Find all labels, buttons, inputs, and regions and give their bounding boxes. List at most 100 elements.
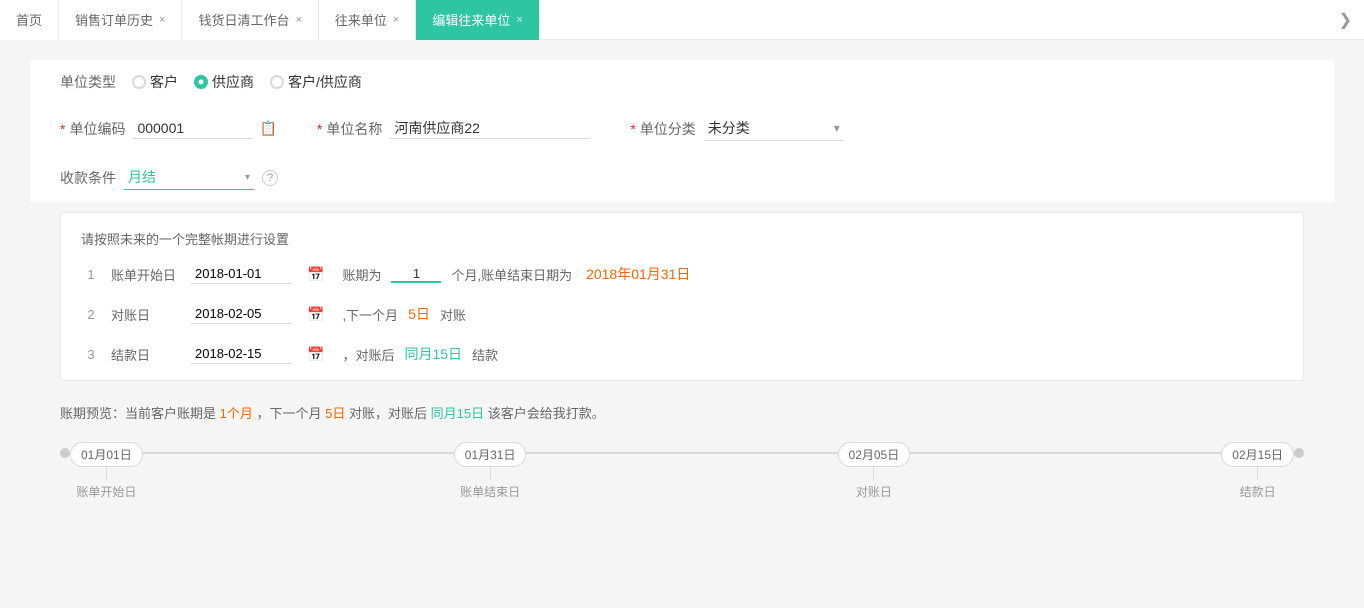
payment-terms-select[interactable]: 月结 ▾ <box>124 165 254 190</box>
period-label-3: 结款日 <box>111 345 181 364</box>
period-months-input[interactable] <box>391 266 441 283</box>
unit-code-icon[interactable]: 📋 <box>259 120 276 137</box>
radio-customer-circle <box>132 75 146 89</box>
tab-sales-history[interactable]: 销售订单历史 × <box>59 0 182 40</box>
unit-details-row: * 单位编码 📋 * 单位名称 * 单位分类 未分类 ▾ <box>30 104 1334 153</box>
radio-both[interactable]: 客户/供应商 <box>270 72 362 92</box>
period-num-3: 3 <box>81 347 101 362</box>
tab-cash-work[interactable]: 钱货日清工作台 × <box>182 0 318 40</box>
tab-cash-work-label: 钱货日清工作台 <box>198 10 289 29</box>
period-num-1: 1 <box>81 267 101 282</box>
tab-edit-partner[interactable]: 编辑往来单位 × <box>416 0 539 40</box>
timeline-line-4 <box>1257 467 1258 479</box>
unit-type-row: 单位类型 客户 供应商 客户/供应商 <box>30 60 1334 104</box>
period-suffix-1b: 个月,账单结束日期为 <box>451 265 572 284</box>
unit-name-input[interactable] <box>390 118 590 139</box>
period-box: 请按照未来的一个完整帐期进行设置 1 账单开始日 📅 账期为 个月,账单结束日期… <box>60 212 1304 381</box>
unit-type-label: 单位类型 <box>60 72 116 92</box>
tab-edit-partner-close[interactable]: × <box>516 14 522 26</box>
timeline-label-1: 账单开始日 <box>76 483 136 500</box>
period-highlight-2: 5日 <box>408 304 430 324</box>
timeline-point-1: 01月01日 账单开始日 <box>70 442 143 500</box>
period-suffix-3a: ，对账后 <box>342 345 394 364</box>
main-content: 单位类型 客户 供应商 客户/供应商 * 单位编码 <box>0 40 1364 608</box>
preview-highlight2: 5日 <box>325 406 345 421</box>
unit-code-label: 单位编码 <box>69 119 125 139</box>
period-title: 请按照未来的一个完整帐期进行设置 <box>81 229 1283 248</box>
period-suffix-3b: 结款 <box>472 345 498 364</box>
timeline-line-1 <box>106 467 107 479</box>
unit-category-group: * 单位分类 未分类 ▾ <box>630 116 843 141</box>
timeline-start-dot <box>60 448 70 458</box>
timeline-badge-4: 02月15日 <box>1221 442 1294 467</box>
radio-both-label: 客户/供应商 <box>288 72 362 92</box>
unit-category-value: 未分类 <box>708 118 826 138</box>
radio-supplier-label: 供应商 <box>212 72 254 92</box>
unit-name-label: 单位名称 <box>326 119 382 139</box>
radio-supplier-circle <box>194 75 208 89</box>
radio-customer-label: 客户 <box>150 72 178 92</box>
timeline-point-2: 01月31日 账单结束日 <box>454 442 527 500</box>
payment-terms-help[interactable]: ? <box>262 170 278 186</box>
unit-code-star: * <box>60 121 65 137</box>
preview-highlight3: 同月15日 <box>431 406 484 421</box>
timeline-line-3 <box>873 467 874 479</box>
payment-terms-value: 月结 <box>128 167 241 187</box>
tab-partner[interactable]: 往来单位 × <box>319 0 416 40</box>
period-suffix-2a: ,下一个月 <box>342 305 398 324</box>
unit-category-label: 单位分类 <box>640 119 696 139</box>
timeline-point-4: 02月15日 结款日 <box>1221 442 1294 500</box>
unit-name-star: * <box>317 121 322 137</box>
payment-terms-label: 收款条件 <box>60 168 116 188</box>
preview-section: 账期预览：当前客户账期是 1个月 ，下一个月 5日 对账，对账后 同月15日 该… <box>30 391 1334 422</box>
period-date-1[interactable] <box>191 264 291 284</box>
timeline-label-3: 对账日 <box>856 483 892 500</box>
unit-code-input[interactable] <box>133 118 253 139</box>
radio-customer[interactable]: 客户 <box>132 72 178 92</box>
unit-category-star: * <box>630 121 635 137</box>
form-section: 单位类型 客户 供应商 客户/供应商 * 单位编码 <box>30 60 1334 202</box>
period-cal-1[interactable]: 📅 <box>307 266 324 283</box>
period-date-3[interactable] <box>191 344 291 364</box>
tab-partner-label: 往来单位 <box>335 10 387 29</box>
radio-both-circle <box>270 75 284 89</box>
unit-type-radio-group: 客户 供应商 客户/供应商 <box>132 72 362 92</box>
unit-code-group: * 单位编码 📋 <box>60 118 277 139</box>
timeline-label-4: 结款日 <box>1240 483 1276 500</box>
period-cal-2[interactable]: 📅 <box>307 306 324 323</box>
preview-prefix: 账期预览：当前客户账期是 <box>60 406 216 421</box>
preview-highlight1: 1个月 <box>220 406 253 421</box>
timeline-badge-1: 01月01日 <box>70 442 143 467</box>
radio-supplier[interactable]: 供应商 <box>194 72 254 92</box>
tabs-expand-button[interactable]: ❯ <box>1327 10 1364 30</box>
timeline-line-2 <box>490 467 491 479</box>
period-cal-3[interactable]: 📅 <box>307 346 324 363</box>
timeline-line-bar: 01月01日 账单开始日 01月31日 账单结束日 02月05日 对账日 <box>70 452 1294 454</box>
tab-partner-close[interactable]: × <box>393 14 399 26</box>
tab-sales-history-label: 销售订单历史 <box>75 10 153 29</box>
payment-terms-row: 收款条件 月结 ▾ ? <box>30 153 1334 202</box>
tabs-bar: 首页 销售订单历史 × 钱货日清工作台 × 往来单位 × 编辑往来单位 × ❯ <box>0 0 1364 40</box>
timeline-end-dot <box>1294 448 1304 458</box>
timeline-badge-3: 02月05日 <box>838 442 911 467</box>
period-row-2: 2 对账日 📅 ,下一个月 5日 对账 <box>81 304 1283 324</box>
period-suffix-1a: 账期为 <box>342 265 381 284</box>
unit-category-select[interactable]: 未分类 ▾ <box>704 116 844 141</box>
period-date-2[interactable] <box>191 304 291 324</box>
timeline-container: 01月01日 账单开始日 01月31日 账单结束日 02月05日 对账日 <box>60 438 1304 458</box>
tab-cash-work-close[interactable]: × <box>295 14 301 26</box>
preview-mid2: 对账，对账后 <box>349 406 427 421</box>
period-suffix-2b: 对账 <box>440 305 466 324</box>
tab-home[interactable]: 首页 <box>0 0 59 40</box>
period-row-3: 3 结款日 📅 ，对账后 同月15日 结款 <box>81 344 1283 364</box>
payment-terms-arrow: ▾ <box>245 172 250 183</box>
period-row-1: 1 账单开始日 📅 账期为 个月,账单结束日期为 2018年01月31日 <box>81 264 1283 284</box>
period-end-date-1: 2018年01月31日 <box>586 264 690 284</box>
tab-edit-partner-label: 编辑往来单位 <box>432 10 510 29</box>
timeline-section: 01月01日 账单开始日 01月31日 账单结束日 02月05日 对账日 <box>30 422 1334 474</box>
unit-category-arrow: ▾ <box>834 121 840 135</box>
period-num-2: 2 <box>81 307 101 322</box>
period-label-2: 对账日 <box>111 305 181 324</box>
preview-suffix: 该客户会给我打款。 <box>488 406 605 421</box>
tab-sales-history-close[interactable]: × <box>159 14 165 26</box>
